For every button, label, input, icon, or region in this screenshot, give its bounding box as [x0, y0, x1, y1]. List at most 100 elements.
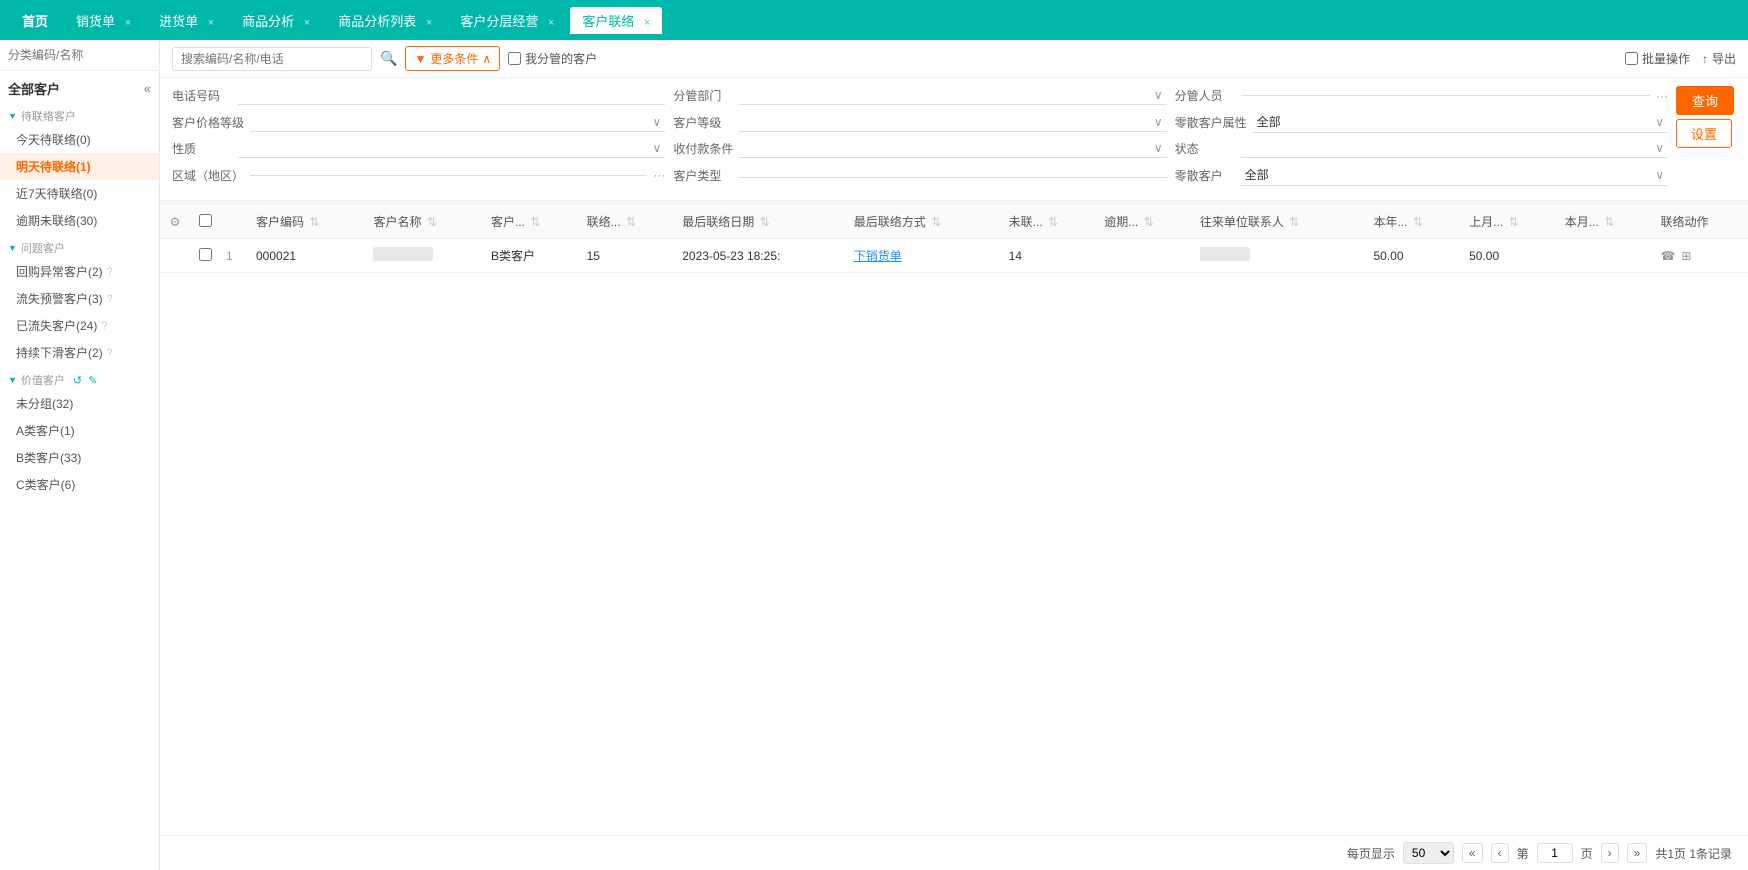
nav-goods-analysis-list[interactable]: 商品分析列表 ×	[326, 7, 444, 34]
dept-dropdown-arrow: ∨	[1154, 88, 1163, 102]
col-this-month[interactable]: 本月... ⇅	[1559, 205, 1655, 239]
close-customer-contact-tab[interactable]: ×	[644, 17, 650, 29]
status-label: 状态	[1175, 140, 1235, 157]
retail-attr-select[interactable]: 全部 ∨	[1253, 111, 1668, 133]
batch-op-checkbox[interactable]	[1625, 52, 1638, 65]
col-this-year[interactable]: 本年... ⇅	[1367, 205, 1463, 239]
this-month-cell	[1559, 239, 1655, 273]
customer-level-arrow: ∨	[1154, 115, 1163, 129]
adv-filter-row4: 区域（地区） ··· 客户类型 零散客户	[172, 164, 1668, 186]
contact-count-cell: 15	[581, 239, 677, 273]
phone-action-icon[interactable]: ☎	[1660, 249, 1675, 263]
filter-icon: ▼	[414, 52, 426, 66]
select-all-checkbox[interactable]	[199, 214, 212, 227]
sidebar: 🔍 全部客户 « ▼ 待联络客户 今天待联络(0) 明天待联络(1) 近7天待联…	[0, 40, 160, 870]
sidebar-item-overdue-contact[interactable]: 逾期未联络(30)	[0, 207, 159, 234]
phone-label: 电话号码	[172, 87, 232, 104]
sidebar-item-churn-warning[interactable]: 流失预警客户(3) ?	[0, 285, 159, 312]
manager-more-icon[interactable]: ···	[1656, 89, 1668, 103]
close-goods-analysis-list-tab[interactable]: ×	[426, 17, 432, 29]
sidebar-item-declining[interactable]: 持续下滑客户(2) ?	[0, 339, 159, 366]
row-gear	[160, 239, 190, 273]
col-customer-code[interactable]: 客户编码 ⇅	[250, 205, 367, 239]
table-row: 1 000021 B类客户 15 2023-05-23 18:25: 下销货单 …	[160, 239, 1748, 273]
col-last-contact-date[interactable]: 最后联络日期 ⇅	[676, 205, 848, 239]
action-cell: ☎ ⊞	[1654, 239, 1748, 273]
col-last-month[interactable]: 上月... ⇅	[1463, 205, 1559, 239]
phone-input[interactable]	[238, 86, 665, 105]
no-contact-cell: 14	[1003, 239, 1099, 273]
col-overdue[interactable]: 逾期... ⇅	[1098, 205, 1194, 239]
sidebar-item-today-contact[interactable]: 今天待联络(0)	[0, 126, 159, 153]
action-buttons: 查询 设置	[1676, 86, 1736, 192]
sidebar-item-c-class[interactable]: C类客户(6)	[0, 471, 159, 498]
status-select[interactable]: ∨	[1241, 139, 1668, 158]
adv-filter-nature: 性质 ∨	[172, 139, 665, 158]
payment-select[interactable]: ∨	[739, 139, 1166, 158]
col-row-num	[220, 205, 250, 239]
search-input[interactable]	[172, 47, 372, 71]
sidebar-collapse-icon[interactable]: «	[144, 81, 151, 96]
adv-filter-manager: 分管人员 ···	[1175, 87, 1668, 104]
dept-select[interactable]: ∨	[739, 86, 1166, 105]
col-gear[interactable]: ⚙	[160, 205, 190, 239]
sidebar-item-b-class[interactable]: B类客户(33)	[0, 444, 159, 471]
close-purchase-tab[interactable]: ×	[208, 17, 214, 29]
region-more-icon[interactable]: ···	[653, 168, 665, 182]
customer-level-select[interactable]: ∨	[739, 113, 1166, 132]
last-contact-method-link[interactable]: 下销货单	[854, 249, 902, 263]
more-conditions-button[interactable]: ▼ 更多条件 ∧	[405, 46, 500, 71]
first-page-button[interactable]: «	[1462, 843, 1483, 863]
content-area: 🔍 ▼ 更多条件 ∧ 我分管的客户 批量操作 ↑ 导出	[160, 40, 1748, 870]
customer-type-select[interactable]	[739, 173, 1166, 178]
nav-customer-tier[interactable]: 客户分层经营 ×	[448, 7, 566, 34]
nav-home[interactable]: 首页	[10, 7, 60, 34]
status-arrow: ∨	[1655, 141, 1664, 155]
sidebar-item-repurchase-abnormal[interactable]: 回购异常客户(2) ?	[0, 258, 159, 285]
nav-goods-analysis[interactable]: 商品分析 ×	[230, 7, 322, 34]
grid-action-icon[interactable]: ⊞	[1681, 249, 1691, 263]
help-icon2: ?	[107, 293, 113, 305]
retail-customer-select[interactable]: 全部 ∨	[1241, 164, 1668, 186]
nav-customer-contact[interactable]: 客户联络 ×	[570, 7, 662, 34]
batch-op-button[interactable]: 批量操作	[1625, 50, 1690, 67]
sidebar-item-tomorrow-contact[interactable]: 明天待联络(1)	[0, 153, 159, 180]
next-page-button[interactable]: ›	[1601, 843, 1619, 863]
pending-contact-group: ▼ 待联络客户	[0, 102, 159, 126]
sidebar-item-7days-contact[interactable]: 近7天待联络(0)	[0, 180, 159, 207]
page-input[interactable]	[1537, 843, 1573, 863]
my-customers-checkbox-label[interactable]: 我分管的客户	[508, 50, 597, 67]
sidebar-item-ungrouped[interactable]: 未分组(32)	[0, 390, 159, 417]
setting-button[interactable]: 设置	[1676, 119, 1732, 148]
refresh-icon[interactable]: ↺	[73, 374, 82, 387]
my-customers-checkbox[interactable]	[508, 52, 521, 65]
nature-select[interactable]: ∨	[238, 139, 665, 158]
col-customer-type[interactable]: 客户... ⇅	[485, 205, 581, 239]
nature-label: 性质	[172, 140, 232, 157]
retail-attr-arrow: ∨	[1655, 115, 1664, 129]
query-button[interactable]: 查询	[1676, 86, 1734, 115]
price-level-select[interactable]: ∨	[250, 113, 665, 132]
col-last-contact-method[interactable]: 最后联络方式 ⇅	[848, 205, 1003, 239]
nav-purchase[interactable]: 进货单 ×	[147, 7, 226, 34]
nav-sales[interactable]: 销货单 ×	[64, 7, 143, 34]
per-page-select[interactable]: 50 100 200	[1403, 842, 1454, 864]
prev-page-button[interactable]: ‹	[1491, 843, 1509, 863]
retail-customer-label: 零散客户	[1175, 167, 1235, 184]
edit-icon[interactable]: ✎	[88, 374, 97, 387]
col-unit-contact[interactable]: 往来单位联系人 ⇅	[1194, 205, 1368, 239]
sidebar-search-input[interactable]	[8, 48, 160, 62]
col-contact-count[interactable]: 联络... ⇅	[581, 205, 677, 239]
filter-bar: 🔍 ▼ 更多条件 ∧ 我分管的客户 批量操作 ↑ 导出	[160, 40, 1748, 78]
search-button[interactable]: 🔍	[380, 50, 397, 67]
sidebar-item-churned[interactable]: 已流失客户(24) ?	[0, 312, 159, 339]
last-page-button[interactable]: »	[1627, 843, 1648, 863]
col-customer-name[interactable]: 客户名称 ⇅	[367, 205, 484, 239]
row-checkbox[interactable]	[199, 248, 212, 261]
col-no-contact[interactable]: 未联... ⇅	[1003, 205, 1099, 239]
close-sales-tab[interactable]: ×	[125, 17, 131, 29]
close-goods-analysis-tab[interactable]: ×	[304, 17, 310, 29]
close-customer-tier-tab[interactable]: ×	[548, 17, 554, 29]
sidebar-item-a-class[interactable]: A类客户(1)	[0, 417, 159, 444]
export-button[interactable]: ↑ 导出	[1702, 50, 1736, 67]
